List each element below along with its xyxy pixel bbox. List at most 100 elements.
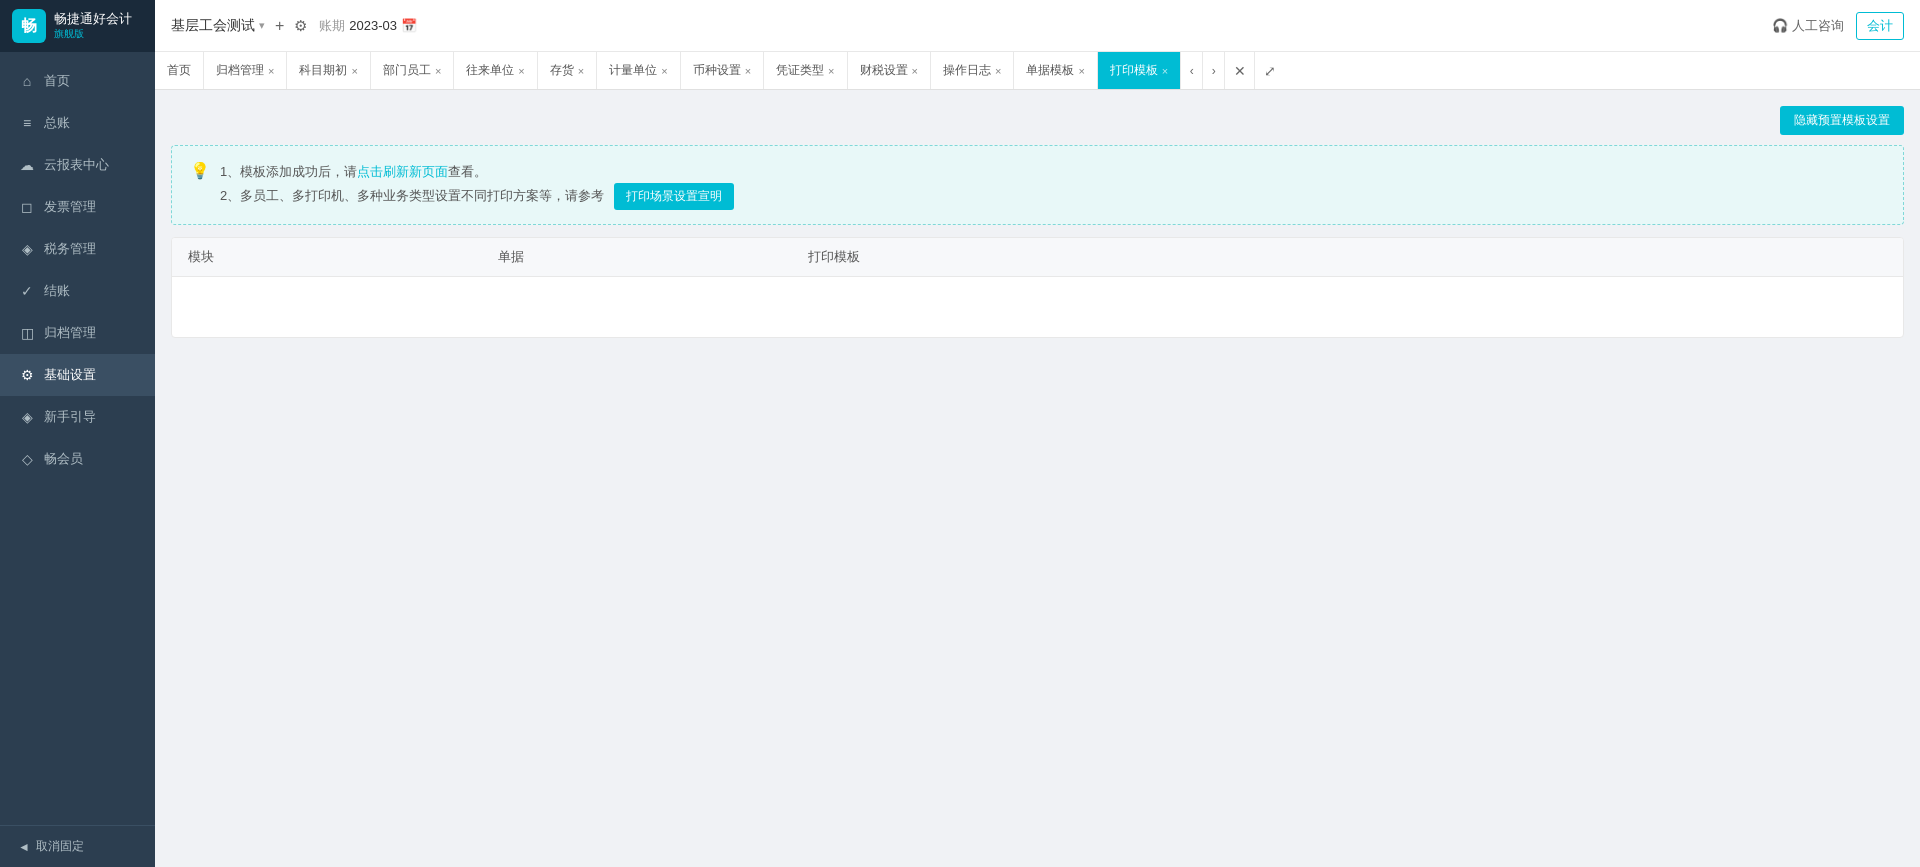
tab-department-close-icon[interactable]: ×	[435, 65, 441, 77]
tab-archive[interactable]: 归档管理 ×	[204, 52, 287, 90]
sidebar-item-reports[interactable]: ☁ 云报表中心	[0, 144, 155, 186]
company-name: 基层工会测试	[171, 17, 255, 35]
tab-bar: 首页 归档管理 × 科目期初 × 部门员工 × 往来单位 × 存货 × 计量单位…	[155, 52, 1920, 90]
help-button[interactable]: 🎧 人工咨询	[1772, 17, 1844, 35]
tab-subjects-label: 科目期初	[299, 62, 347, 79]
tab-print-close-icon[interactable]: ×	[1162, 65, 1168, 77]
sidebar-item-checkout[interactable]: ✓ 结账	[0, 270, 155, 312]
sidebar-unpin[interactable]: ◄ 取消固定	[0, 825, 155, 867]
info-line1-prefix: 1、模板添加成功后，请	[220, 164, 357, 179]
info-text-block: 1、模板添加成功后，请点击刷新新页面查看。 2、多员工、多打印机、多种业务类型设…	[220, 160, 1885, 210]
sidebar-item-settings[interactable]: ⚙ 基础设置	[0, 354, 155, 396]
sidebar-label-ledger: 总账	[44, 114, 70, 132]
tab-voucher-label: 凭证类型	[776, 62, 824, 79]
tab-next-button[interactable]: ›	[1203, 52, 1225, 90]
tab-unit[interactable]: 计量单位 ×	[597, 52, 680, 90]
reports-icon: ☁	[18, 156, 36, 174]
tab-oplog[interactable]: 操作日志 ×	[931, 52, 1014, 90]
sidebar-item-guide[interactable]: ◈ 新手引导	[0, 396, 155, 438]
tab-currency-label: 币种设置	[693, 62, 741, 79]
tab-print[interactable]: 打印模板 ×	[1098, 52, 1181, 90]
explain-button[interactable]: 打印场景设置宣明	[614, 183, 734, 210]
tab-voucher-close-icon[interactable]: ×	[828, 65, 834, 77]
headset-icon: 🎧	[1772, 18, 1788, 33]
tab-inventory-close-icon[interactable]: ×	[578, 65, 584, 77]
tab-currency-close-icon[interactable]: ×	[745, 65, 751, 77]
sidebar-label-invoice: 发票管理	[44, 198, 96, 216]
tab-print-label: 打印模板	[1110, 62, 1158, 79]
tab-counterpart-close-icon[interactable]: ×	[518, 65, 524, 77]
sidebar-item-invoice[interactable]: ◻ 发票管理	[0, 186, 155, 228]
tab-oplog-label: 操作日志	[943, 62, 991, 79]
tab-expand-button[interactable]: ⤢	[1255, 52, 1285, 90]
info-line1-suffix: 查看。	[448, 164, 487, 179]
info-box: 💡 1、模板添加成功后，请点击刷新新页面查看。 2、多员工、多打印机、多种业务类…	[171, 145, 1904, 225]
sidebar-label-archive: 归档管理	[44, 324, 96, 342]
tab-subjects[interactable]: 科目期初 ×	[287, 52, 370, 90]
table-header-print-template: 打印模板	[792, 248, 1903, 266]
top-header: 基层工会测试 ▾ + ⚙ 账期 2023-03 📅 🎧 人工咨询 会计	[155, 0, 1920, 52]
sidebar-nav: ⌂ 首页 ≡ 总账 ☁ 云报表中心 ◻ 发票管理 ◈ 税务管理 ✓ 结账 ◫ 归…	[0, 52, 155, 825]
tab-archive-close-icon[interactable]: ×	[268, 65, 274, 77]
tab-oplog-close-icon[interactable]: ×	[995, 65, 1001, 77]
tab-currency[interactable]: 币种设置 ×	[681, 52, 764, 90]
logo-icon: 畅	[12, 9, 46, 43]
home-icon: ⌂	[18, 72, 36, 90]
calendar-icon[interactable]: 📅	[401, 18, 417, 33]
tab-inventory[interactable]: 存货 ×	[538, 52, 597, 90]
tab-home-label: 首页	[167, 62, 191, 79]
tab-department[interactable]: 部门员工 ×	[371, 52, 454, 90]
tab-subjects-close-icon[interactable]: ×	[351, 65, 357, 77]
kuaiji-button[interactable]: 会计	[1856, 12, 1904, 40]
tab-department-label: 部门员工	[383, 62, 431, 79]
account-period: 账期 2023-03 📅	[319, 17, 417, 35]
sidebar-item-home[interactable]: ⌂ 首页	[0, 60, 155, 102]
tab-fintax[interactable]: 财税设置 ×	[848, 52, 931, 90]
company-selector[interactable]: 基层工会测试 ▾	[171, 17, 265, 35]
sidebar-item-member[interactable]: ◇ 畅会员	[0, 438, 155, 480]
data-table: 模块 单据 打印模板	[171, 237, 1904, 338]
sidebar-item-tax[interactable]: ◈ 税务管理	[0, 228, 155, 270]
company-dropdown-arrow-icon: ▾	[259, 19, 265, 32]
info-refresh-link[interactable]: 点击刷新新页面	[357, 164, 448, 179]
table-header-document: 单据	[482, 248, 792, 266]
tax-icon: ◈	[18, 240, 36, 258]
guide-icon: ◈	[18, 408, 36, 426]
help-label: 人工咨询	[1792, 17, 1844, 35]
header-settings-icon[interactable]: ⚙	[294, 17, 307, 35]
sidebar-label-settings: 基础设置	[44, 366, 96, 384]
tab-template[interactable]: 单据模板 ×	[1014, 52, 1097, 90]
tab-counterpart[interactable]: 往来单位 ×	[454, 52, 537, 90]
tab-unit-close-icon[interactable]: ×	[661, 65, 667, 77]
logo-version: 旗舰版	[54, 27, 132, 41]
period-value: 2023-03	[349, 18, 397, 33]
info-line-2: 2、多员工、多打印机、多种业务类型设置不同打印方案等，请参考 打印场景设置宣明	[220, 183, 1885, 210]
add-tab-button[interactable]: +	[275, 17, 284, 35]
sidebar-label-guide: 新手引导	[44, 408, 96, 426]
hide-preview-button[interactable]: 隐藏预置模板设置	[1780, 106, 1904, 135]
main-area: 基层工会测试 ▾ + ⚙ 账期 2023-03 📅 🎧 人工咨询 会计 首页 归…	[155, 0, 1920, 867]
action-bar: 隐藏预置模板设置	[171, 106, 1904, 135]
logo-name: 畅捷通好会计	[54, 11, 132, 28]
ledger-icon: ≡	[18, 114, 36, 132]
tab-template-close-icon[interactable]: ×	[1078, 65, 1084, 77]
invoice-icon: ◻	[18, 198, 36, 216]
table-header-module: 模块	[172, 248, 482, 266]
sidebar-label-checkout: 结账	[44, 282, 70, 300]
tab-prev-button[interactable]: ‹	[1181, 52, 1203, 90]
settings-icon: ⚙	[18, 366, 36, 384]
tab-close-all-button[interactable]: ✕	[1225, 52, 1255, 90]
sidebar-item-ledger[interactable]: ≡ 总账	[0, 102, 155, 144]
tab-voucher[interactable]: 凭证类型 ×	[764, 52, 847, 90]
sidebar-label-tax: 税务管理	[44, 240, 96, 258]
tab-template-label: 单据模板	[1026, 62, 1074, 79]
tab-fintax-close-icon[interactable]: ×	[912, 65, 918, 77]
archive-icon: ◫	[18, 324, 36, 342]
tab-home[interactable]: 首页	[155, 52, 204, 90]
table-body	[172, 277, 1903, 337]
tab-unit-label: 计量单位	[609, 62, 657, 79]
period-label: 账期	[319, 17, 345, 35]
sidebar: 畅 畅捷通好会计 旗舰版 ⌂ 首页 ≡ 总账 ☁ 云报表中心 ◻ 发票管理 ◈ …	[0, 0, 155, 867]
logo-text-block: 畅捷通好会计 旗舰版	[54, 11, 132, 42]
sidebar-item-archive[interactable]: ◫ 归档管理	[0, 312, 155, 354]
